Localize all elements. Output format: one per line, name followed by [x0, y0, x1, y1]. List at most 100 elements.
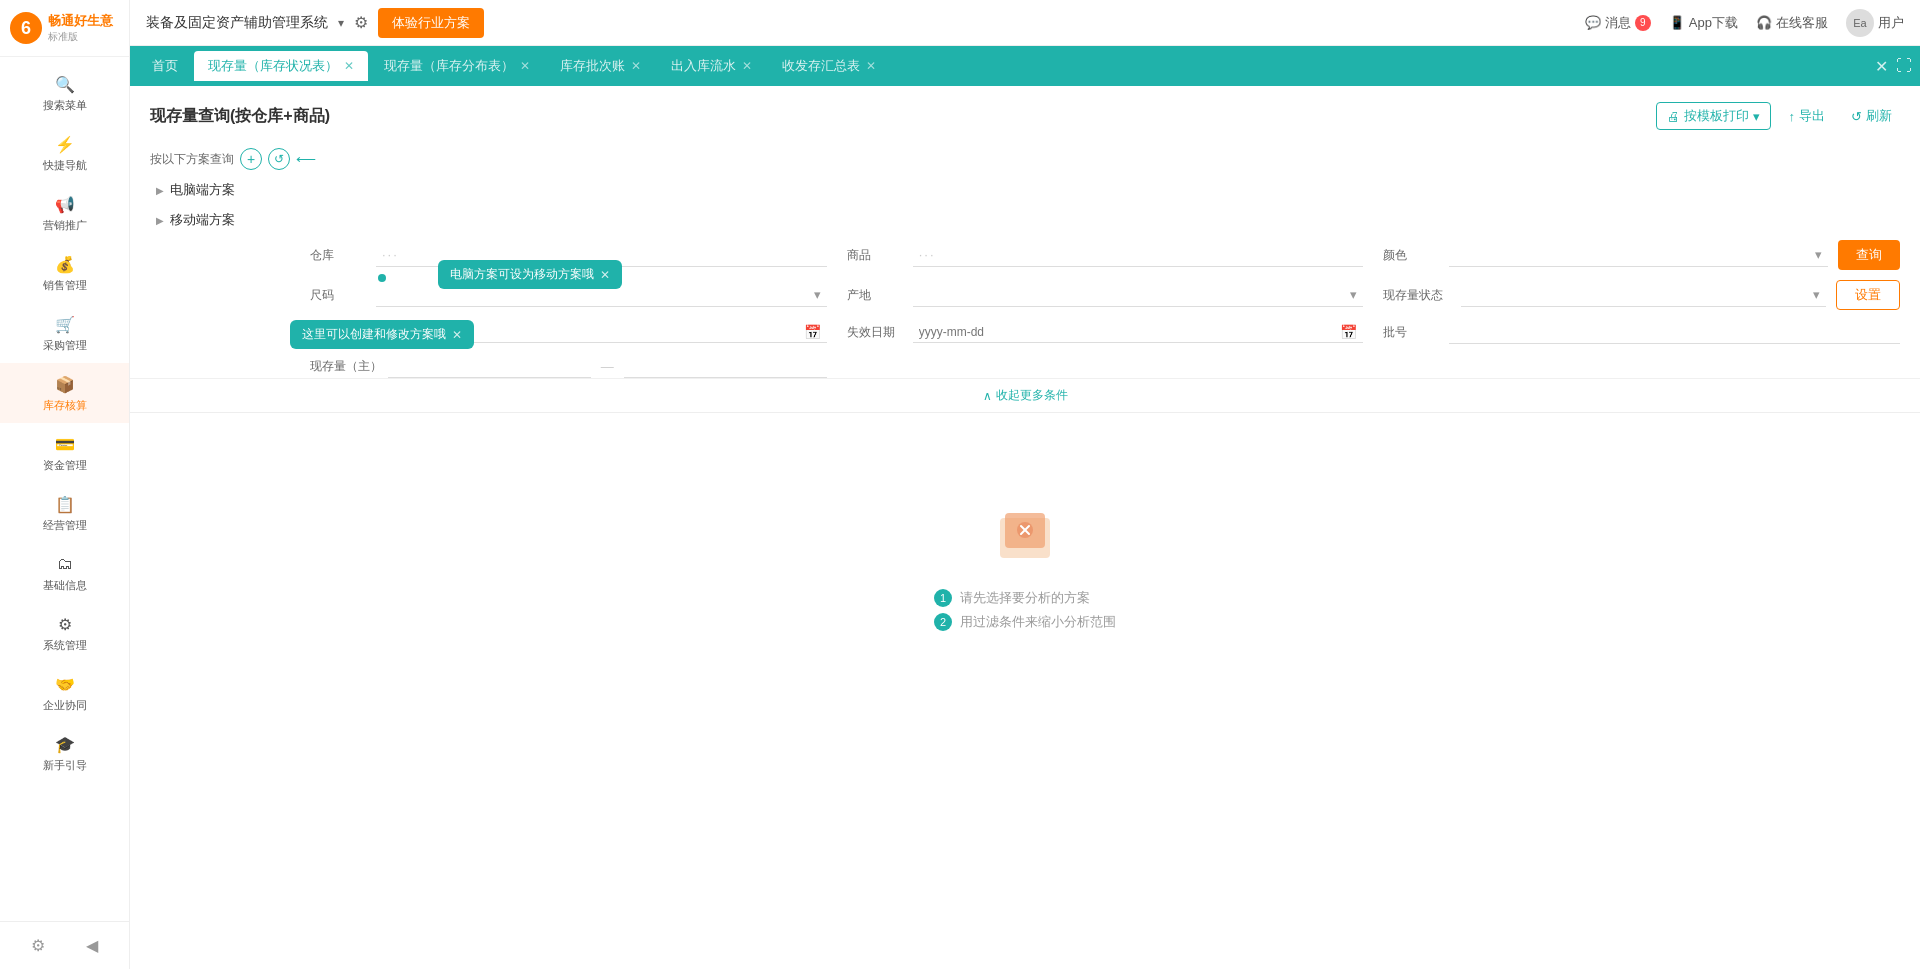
sidebar-label-operation: 经营管理: [43, 518, 87, 533]
sidebar-item-enterprise[interactable]: 🤝 企业协同: [0, 663, 129, 723]
inventory-icon: 📦: [54, 373, 76, 395]
tab-collect-summary[interactable]: 收发存汇总表 ✕: [768, 51, 890, 81]
settings-icon[interactable]: ⚙: [27, 932, 49, 959]
tooltip-create: 这里可以创建和修改方案哦 ✕: [290, 320, 474, 349]
refresh-icon: ↺: [1851, 109, 1862, 124]
tab-close-inventory-dist[interactable]: ✕: [520, 59, 530, 73]
reset-btn[interactable]: 设置: [1836, 280, 1900, 310]
app-download-btn[interactable]: 📱 App下载: [1669, 14, 1738, 32]
brand-name: 畅通好生意: [48, 13, 113, 30]
field-stock-status: 现存量状态 ▾ 设置: [1383, 280, 1900, 310]
tab-fullscreen-icon[interactable]: ⛶: [1896, 57, 1912, 75]
sidebar-item-purchase[interactable]: 🛒 采购管理: [0, 303, 129, 363]
exp-date-text[interactable]: [919, 325, 1341, 339]
field-batch: 批号: [1383, 320, 1900, 344]
tab-home[interactable]: 首页: [138, 51, 192, 81]
message-btn[interactable]: 💬 消息 9: [1585, 14, 1651, 32]
mobile-triangle-icon: ▶: [156, 215, 164, 226]
logo-icon: 6: [10, 12, 42, 44]
empty-state: 请先选择要分析的方案 用过滤条件来缩小分析范围: [130, 413, 1920, 717]
mobile-scheme-group: ▶ 移动端方案: [150, 208, 1900, 232]
sidebar-label-finance: 资金管理: [43, 458, 87, 473]
mobile-scheme-header[interactable]: ▶ 移动端方案: [150, 208, 1900, 232]
finance-icon: 💳: [54, 433, 76, 455]
message-label: 消息: [1605, 14, 1631, 32]
sidebar-item-search[interactable]: 🔍 搜索菜单: [0, 63, 129, 123]
export-btn[interactable]: ↑ 导出: [1781, 103, 1834, 129]
stock-status-select[interactable]: ▾: [1461, 283, 1826, 307]
operation-icon: 📋: [54, 493, 76, 515]
sidebar-item-basic[interactable]: 🗂 基础信息: [0, 543, 129, 603]
print-btn[interactable]: 🖨 按模板打印 ▾: [1656, 102, 1771, 130]
back-arrow-btn[interactable]: ⟵: [296, 151, 316, 167]
online-service-btn[interactable]: 🎧 在线客服: [1756, 14, 1828, 32]
tooltip-scheme-close[interactable]: ✕: [600, 268, 610, 282]
exp-cal-icon[interactable]: 📅: [1340, 324, 1357, 340]
tab-inout-flow[interactable]: 出入库流水 ✕: [657, 51, 766, 81]
sidebar-item-inventory[interactable]: 📦 库存核算: [0, 363, 129, 423]
color-chevron: ▾: [1815, 247, 1822, 262]
app-download-label: App下载: [1689, 14, 1738, 32]
tab-collect-summary-label: 收发存汇总表: [782, 57, 860, 75]
color-select[interactable]: ▾: [1449, 243, 1828, 267]
sidebar-item-operation[interactable]: 📋 经营管理: [0, 483, 129, 543]
trial-btn[interactable]: 体验行业方案: [378, 8, 484, 38]
origin-select[interactable]: ▾: [913, 283, 1364, 307]
tab-close-all-icon[interactable]: ✕: [1875, 57, 1888, 76]
basic-icon: 🗂: [54, 553, 76, 575]
sales-icon: 💰: [54, 253, 76, 275]
tab-batch-ledger[interactable]: 库存批次账 ✕: [546, 51, 655, 81]
tab-batch-ledger-label: 库存批次账: [560, 57, 625, 75]
sidebar-item-finance[interactable]: 💳 资金管理: [0, 423, 129, 483]
add-scheme-btn[interactable]: +: [240, 148, 262, 170]
sidebar-item-system[interactable]: ⚙ 系统管理: [0, 603, 129, 663]
system-title: 装备及固定资产辅助管理系统: [146, 14, 328, 32]
pc-scheme-header[interactable]: ▶ 电脑端方案: [150, 178, 290, 202]
sidebar-item-guide[interactable]: 🎓 新手引导: [0, 723, 129, 783]
tab-inventory-status[interactable]: 现存量（库存状况表） ✕: [194, 51, 368, 81]
tab-close-inout-flow[interactable]: ✕: [742, 59, 752, 73]
search-btn[interactable]: 查询: [1838, 240, 1900, 270]
pc-scheme-label: 电脑端方案: [170, 181, 235, 199]
sidebar-item-sales[interactable]: 💰 销售管理: [0, 243, 129, 303]
goods-select[interactable]: ···: [913, 243, 1364, 267]
stock-min-input[interactable]: [388, 354, 591, 378]
tab-bar: 首页 现存量（库存状况表） ✕ 现存量（库存分布表） ✕ 库存批次账 ✕ 出入库…: [130, 46, 1920, 86]
tab-close-batch-ledger[interactable]: ✕: [631, 59, 641, 73]
tooltip-create-close[interactable]: ✕: [452, 328, 462, 342]
app-icon: 📱: [1669, 15, 1685, 30]
sidebar-bottom: ⚙ ◀: [0, 921, 129, 969]
triangle-icon: ▶: [156, 185, 164, 196]
sidebar-item-marketing[interactable]: 📢 营销推广: [0, 183, 129, 243]
stock-max-input[interactable]: [624, 354, 827, 378]
sidebar-item-nav[interactable]: ⚡ 快捷导航: [0, 123, 129, 183]
batch-input[interactable]: [1449, 320, 1900, 344]
user-btn[interactable]: Ea 用户: [1846, 9, 1904, 37]
collapse-sidebar-icon[interactable]: ◀: [82, 932, 102, 959]
nav-icon: ⚡: [54, 133, 76, 155]
collapse-bar[interactable]: ∧ 收起更多条件: [130, 378, 1920, 412]
scheme-group: ▶ 电脑端方案: [150, 178, 1900, 202]
header-right: 💬 消息 9 📱 App下载 🎧 在线客服 Ea 用户: [1585, 9, 1904, 37]
sidebar-label-basic: 基础信息: [43, 578, 87, 593]
service-icon: 🎧: [1756, 15, 1772, 30]
page-title: 现存量查询(按仓库+商品): [150, 106, 330, 127]
tab-close-inventory-status[interactable]: ✕: [344, 59, 354, 73]
refresh-scheme-btn[interactable]: ↺: [268, 148, 290, 170]
empty-tips: 请先选择要分析的方案 用过滤条件来缩小分析范围: [934, 589, 1116, 637]
collapse-label: 收起更多条件: [996, 387, 1068, 404]
refresh-btn[interactable]: ↺ 刷新: [1843, 103, 1900, 129]
guide-icon: 🎓: [54, 733, 76, 755]
sidebar-label-marketing: 营销推广: [43, 218, 87, 233]
mfg-cal-icon[interactable]: 📅: [804, 324, 821, 340]
filter-area: 按以下方案查询 + ↺ ⟵ ▶ 电脑端方案: [130, 138, 1920, 232]
tab-close-collect-summary[interactable]: ✕: [866, 59, 876, 73]
header-gear-icon[interactable]: ⚙: [354, 13, 368, 32]
field-goods: 商品 ···: [847, 240, 1364, 270]
tab-inventory-dist[interactable]: 现存量（库存分布表） ✕: [370, 51, 544, 81]
content-inner: 现存量查询(按仓库+商品) 🖨 按模板打印 ▾ ↑ 导出 ↺ 刷新: [130, 86, 1920, 969]
filter-fields: 仓库 ··· 商品 ··· 颜色: [130, 232, 1920, 378]
exp-date-input[interactable]: 📅: [913, 322, 1364, 343]
system-dropdown-icon[interactable]: ▾: [338, 16, 344, 30]
tooltip-create-text: 这里可以创建和修改方案哦: [302, 326, 446, 343]
